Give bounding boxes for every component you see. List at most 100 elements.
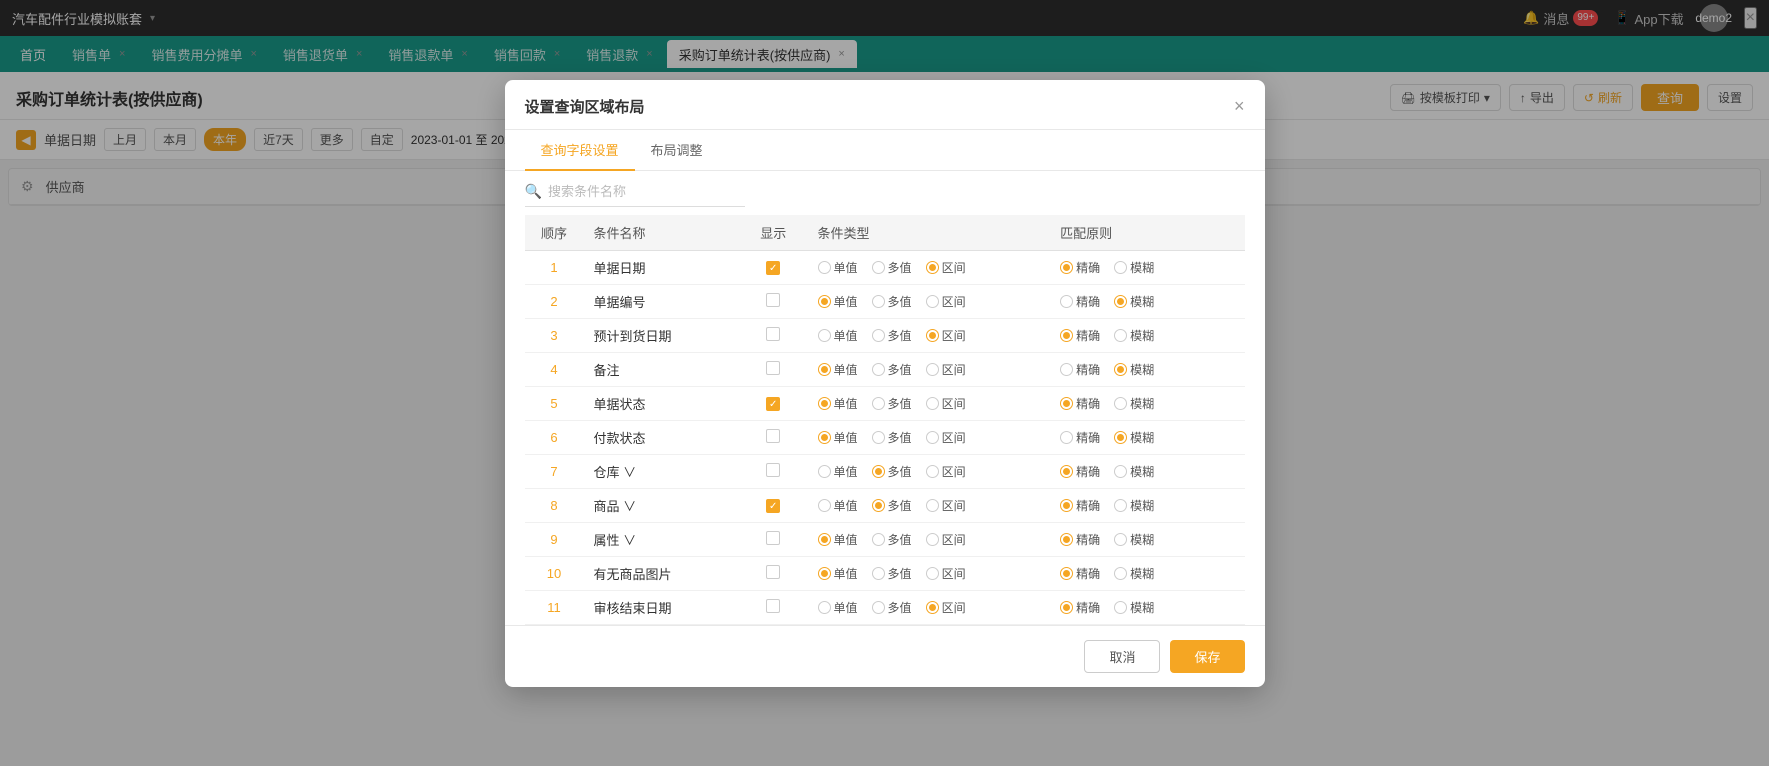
display-checkbox[interactable] <box>766 293 780 307</box>
search-input[interactable] <box>548 184 728 199</box>
type-radio-item[interactable]: 区间 <box>926 259 966 276</box>
rule-radio-item[interactable]: 精确 <box>1060 531 1100 548</box>
type-radio-item[interactable]: 单值 <box>818 361 858 378</box>
rule-radio-item[interactable]: 模糊 <box>1114 259 1154 276</box>
type-radio-item[interactable]: 单值 <box>818 497 858 514</box>
type-radio-item[interactable]: 单值 <box>818 293 858 310</box>
rule-radio-item[interactable]: 模糊 <box>1114 395 1154 412</box>
row-order: 9 <box>525 522 584 556</box>
type-radio-item[interactable]: 多值 <box>872 497 912 514</box>
row-display-cell <box>739 488 808 522</box>
type-radio-item[interactable]: 区间 <box>926 293 966 310</box>
rule-radio-item[interactable]: 模糊 <box>1114 531 1154 548</box>
type-radio-item[interactable]: 多值 <box>872 463 912 480</box>
rule-radio-item[interactable]: 精确 <box>1060 327 1100 344</box>
rule-radio-item[interactable]: 模糊 <box>1114 497 1154 514</box>
type-radio-item[interactable]: 多值 <box>872 395 912 412</box>
rule-radio-item[interactable]: 精确 <box>1060 361 1100 378</box>
type-radio-item[interactable]: 区间 <box>926 497 966 514</box>
search-icon: 🔍 <box>525 183 542 200</box>
modal-table: 顺序 条件名称 显示 条件类型 匹配原则 1单据日期单值多值区间精确模糊2单据编… <box>505 215 1265 625</box>
rule-radio-item[interactable]: 精确 <box>1060 429 1100 446</box>
radio-circle-icon <box>1060 329 1073 342</box>
radio-circle-icon <box>926 397 939 410</box>
rule-radio-item[interactable]: 模糊 <box>1114 361 1154 378</box>
type-radio-item[interactable]: 单值 <box>818 565 858 582</box>
type-radio-item[interactable]: 单值 <box>818 463 858 480</box>
rule-radio-item[interactable]: 精确 <box>1060 463 1100 480</box>
radio-circle-icon <box>1114 261 1127 274</box>
type-radio-item[interactable]: 单值 <box>818 259 858 276</box>
type-radio-item[interactable]: 单值 <box>818 531 858 548</box>
radio-circle-icon <box>818 397 831 410</box>
type-radio-item[interactable]: 区间 <box>926 565 966 582</box>
search-box: 🔍 <box>525 183 745 207</box>
type-radio-item[interactable]: 单值 <box>818 599 858 616</box>
row-rule-cell: 精确模糊 <box>1050 386 1244 420</box>
modal-search: 🔍 <box>505 171 1265 207</box>
type-radio-item[interactable]: 单值 <box>818 395 858 412</box>
type-radio-item[interactable]: 单值 <box>818 429 858 446</box>
radio-circle-icon <box>818 329 831 342</box>
type-radio-item[interactable]: 区间 <box>926 599 966 616</box>
display-checkbox[interactable] <box>766 599 780 613</box>
display-checkbox[interactable] <box>766 531 780 545</box>
display-checkbox[interactable] <box>766 499 780 513</box>
display-checkbox[interactable] <box>766 327 780 341</box>
display-checkbox[interactable] <box>766 261 780 275</box>
rule-radio-item[interactable]: 模糊 <box>1114 599 1154 616</box>
type-radio-item[interactable]: 多值 <box>872 293 912 310</box>
radio-circle-icon <box>926 295 939 308</box>
row-order: 11 <box>525 590 584 624</box>
display-checkbox[interactable] <box>766 463 780 477</box>
radio-circle-icon <box>1060 431 1073 444</box>
type-radio-item[interactable]: 区间 <box>926 429 966 446</box>
type-radio-item[interactable]: 区间 <box>926 395 966 412</box>
row-type-cell: 单值多值区间 <box>808 420 1051 454</box>
rule-radio-item[interactable]: 精确 <box>1060 565 1100 582</box>
rule-radio-item[interactable]: 精确 <box>1060 395 1100 412</box>
rule-radio-item[interactable]: 模糊 <box>1114 463 1154 480</box>
type-radio-item[interactable]: 区间 <box>926 327 966 344</box>
save-button[interactable]: 保存 <box>1170 640 1244 673</box>
radio-circle-icon <box>1114 431 1127 444</box>
radio-circle-icon <box>1114 397 1127 410</box>
row-condition-name: 预计到货日期 <box>584 318 739 352</box>
rule-radio-item[interactable]: 精确 <box>1060 599 1100 616</box>
type-radio-item[interactable]: 多值 <box>872 565 912 582</box>
modal-tab-query-fields[interactable]: 查询字段设置 <box>525 130 635 171</box>
radio-circle-icon <box>1114 533 1127 546</box>
type-radio-item[interactable]: 多值 <box>872 429 912 446</box>
cancel-button[interactable]: 取消 <box>1084 640 1160 673</box>
display-checkbox[interactable] <box>766 565 780 579</box>
rule-radio-item[interactable]: 精确 <box>1060 259 1100 276</box>
row-display-cell <box>739 318 808 352</box>
display-checkbox[interactable] <box>766 397 780 411</box>
type-radio-item[interactable]: 区间 <box>926 463 966 480</box>
modal-header: 设置查询区域布局 × <box>505 80 1265 130</box>
type-radio-item[interactable]: 单值 <box>818 327 858 344</box>
type-radio-item[interactable]: 多值 <box>872 531 912 548</box>
display-checkbox[interactable] <box>766 429 780 443</box>
row-condition-name: 审核结束日期 <box>584 590 739 624</box>
radio-circle-icon <box>872 363 885 376</box>
radio-circle-icon <box>872 397 885 410</box>
type-radio-item[interactable]: 多值 <box>872 599 912 616</box>
rule-radio-item[interactable]: 精确 <box>1060 293 1100 310</box>
type-radio-item[interactable]: 区间 <box>926 531 966 548</box>
rule-radio-item[interactable]: 模糊 <box>1114 327 1154 344</box>
display-checkbox[interactable] <box>766 361 780 375</box>
modal-close-button[interactable]: × <box>1234 97 1245 115</box>
rule-radio-item[interactable]: 精确 <box>1060 497 1100 514</box>
rule-radio-item[interactable]: 模糊 <box>1114 565 1154 582</box>
modal-tab-layout[interactable]: 布局调整 <box>635 130 719 171</box>
row-condition-name: 备注 <box>584 352 739 386</box>
type-radio-item[interactable]: 区间 <box>926 361 966 378</box>
rule-radio-item[interactable]: 模糊 <box>1114 429 1154 446</box>
rule-radio-item[interactable]: 模糊 <box>1114 293 1154 310</box>
type-radio-item[interactable]: 多值 <box>872 259 912 276</box>
type-radio-item[interactable]: 多值 <box>872 327 912 344</box>
type-radio-item[interactable]: 多值 <box>872 361 912 378</box>
radio-circle-icon <box>818 601 831 614</box>
row-rule-cell: 精确模糊 <box>1050 590 1244 624</box>
